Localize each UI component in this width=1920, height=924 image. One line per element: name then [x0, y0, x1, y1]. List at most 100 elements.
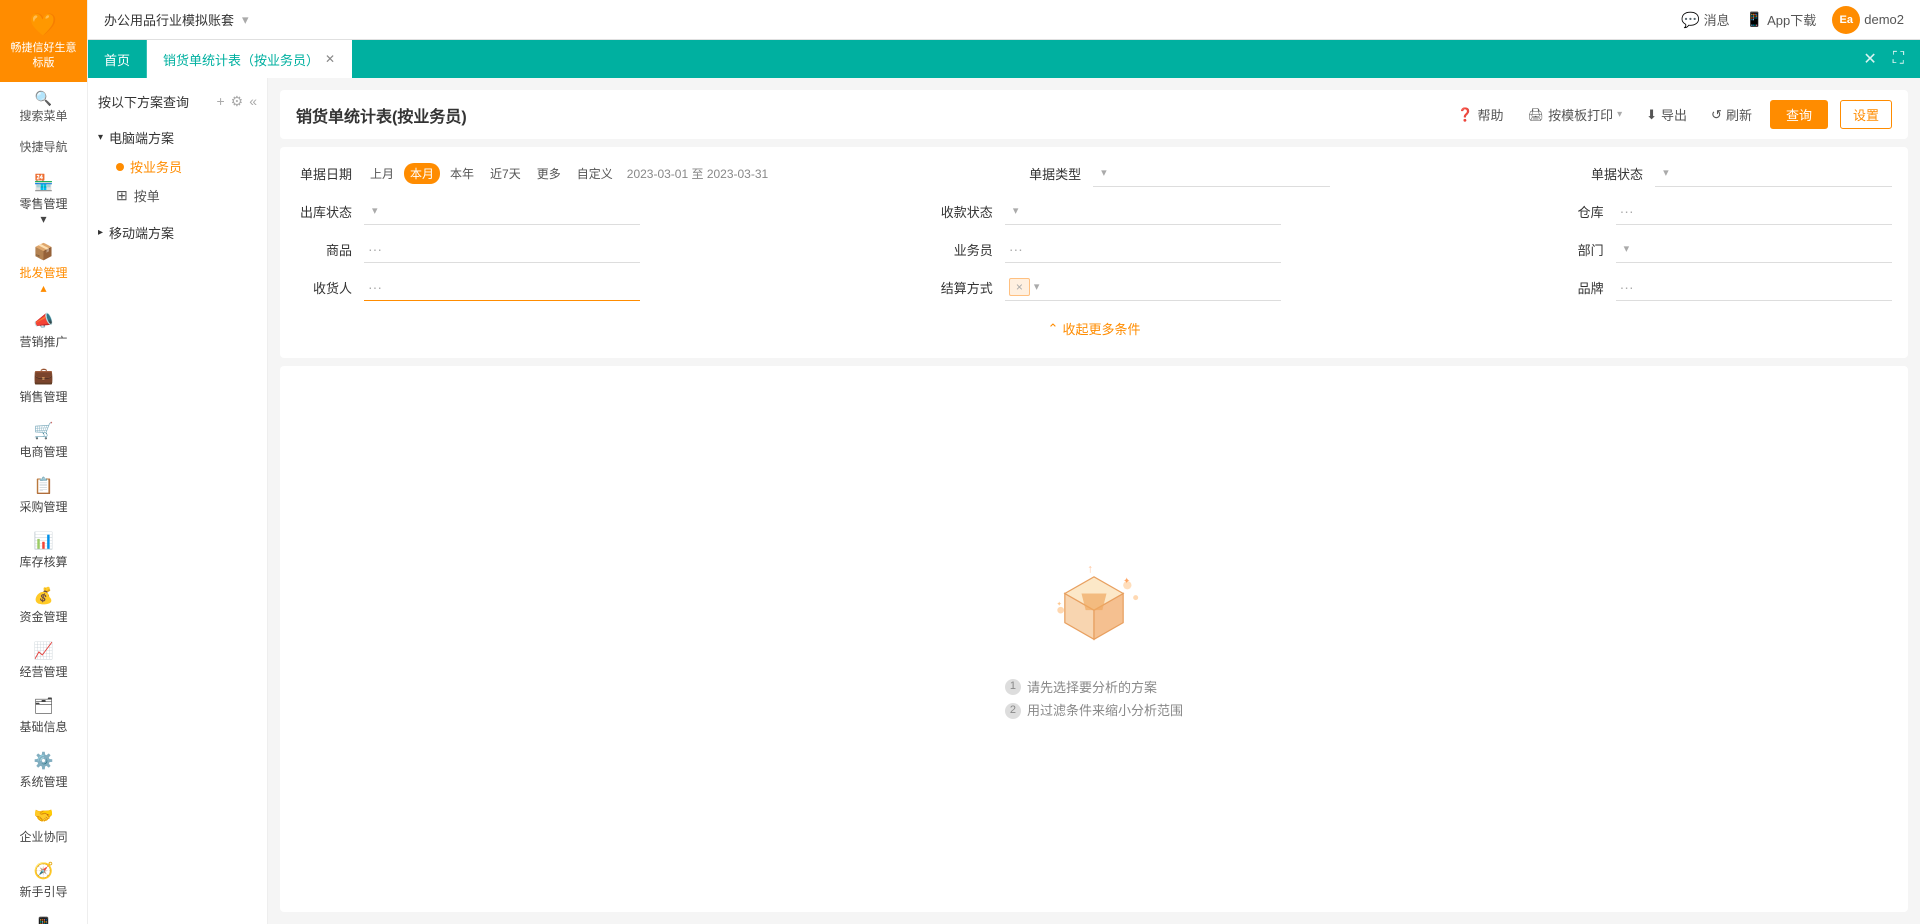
sidebar-item-retail[interactable]: 🏪 零售管理 ▾ [0, 165, 87, 234]
newbie-icon: 🧭 [34, 861, 54, 881]
ecommerce-icon: 🛒 [34, 421, 54, 441]
out-status-field[interactable]: ▾ [364, 197, 640, 225]
pc-section: ▾ 电脑端方案 按业务员 ⊞ 按单 [88, 119, 267, 214]
brand-label: 品牌 [1574, 278, 1604, 297]
pc-group[interactable]: ▾ 电脑端方案 [88, 123, 267, 152]
tab-sales-stat[interactable]: 销货单统计表（按业务员） ✕ [147, 40, 352, 78]
message-btn[interactable]: 💬 消息 [1681, 10, 1730, 29]
sidebar-item-inventory[interactable]: 📊 库存核算 [0, 523, 87, 578]
topbar: 办公用品行业模拟账套 ▾ 💬 消息 📱 App下载 Ea demo2 [88, 0, 1920, 40]
wholesale-icon: 📦 [34, 242, 54, 262]
tab-home[interactable]: 首页 [88, 40, 147, 78]
shortcut-this-year[interactable]: 本年 [444, 163, 480, 184]
settings-btn[interactable]: 设置 [1840, 100, 1892, 129]
settings-scheme-btn[interactable]: ⚙ [231, 93, 244, 110]
empty-tip-2: 2 用过滤条件来缩小分析范围 [1005, 699, 1183, 722]
tab-close-window-btn[interactable]: ✕ [1859, 47, 1880, 71]
operation-icon: 📈 [34, 641, 54, 661]
payment-tag-close[interactable]: × [1016, 280, 1023, 294]
payment-dropdown-icon: ▾ [1034, 280, 1040, 293]
sidebar-item-wholesale[interactable]: 📦 批发管理 ▴ [0, 234, 87, 303]
receipt-status-field[interactable]: ▾ [1005, 197, 1281, 225]
sidebar-item-basic[interactable]: 🗂 基础信息 [0, 688, 87, 743]
purchase-icon: 📋 [34, 476, 54, 496]
refresh-btn[interactable]: ↺ 刷新 [1705, 101, 1758, 128]
account-dropdown-icon[interactable]: ▾ [242, 12, 249, 28]
mobile-group[interactable]: ▸ 移动端方案 [88, 218, 267, 247]
warehouse-label: 仓库 [1574, 202, 1604, 221]
scheme-by-order[interactable]: ⊞ 按单 [88, 181, 267, 210]
collapse-more-btn[interactable]: ⌃ 收起更多条件 [296, 311, 1892, 346]
shortcut-last-month[interactable]: 上月 [364, 163, 400, 184]
doc-type-dropdown-icon: ▾ [1101, 166, 1107, 179]
svg-text:↑: ↑ [1087, 562, 1093, 575]
empty-tips: 1 请先选择要分析的方案 2 用过滤条件来缩小分析范围 [1005, 676, 1183, 723]
doc-status-field[interactable]: ▾ [1655, 159, 1892, 187]
shortcut-last-7[interactable]: 近7天 [484, 163, 527, 184]
collapse-panel-btn[interactable]: « [249, 93, 257, 110]
out-status-label: 出库状态 [296, 202, 352, 221]
brand-dots[interactable]: ··· [1620, 279, 1634, 295]
page-title: 销货单统计表(按业务员) [296, 103, 467, 127]
brand-field[interactable]: ··· [1616, 273, 1892, 301]
pc-expand-icon: ▾ [98, 132, 103, 143]
sidebar-item-finance[interactable]: 💰 资金管理 [0, 578, 87, 633]
apps-icon: 📱 [34, 916, 54, 924]
salesperson-label: 业务员 [933, 240, 993, 259]
sidebar-item-system[interactable]: ⚙️ 系统管理 [0, 743, 87, 798]
sidebar-item-marketing[interactable]: 📣 营销推广 [0, 303, 87, 358]
empty-state: ✦ ✦ ↑ 1 请先选择要分析的方案 2 用过滤条件来缩小分析范围 [280, 366, 1908, 912]
sidebar-item-ecommerce[interactable]: 🛒 电商管理 [0, 413, 87, 468]
consignee-field[interactable]: ··· [364, 273, 640, 301]
sidebar-item-purchase[interactable]: 📋 采购管理 [0, 468, 87, 523]
filter-row-3: 商品 ··· 业务员 ··· 部门 ▾ [296, 235, 1892, 263]
page-header: 销货单统计表(按业务员) ❓ 帮助 🖨 按模板打印 ▾ ⬇ 导出 [280, 90, 1908, 139]
shortcut-custom[interactable]: 自定义 [571, 163, 619, 184]
tab-actions: ✕ ⛶ [1859, 47, 1920, 71]
add-scheme-btn[interactable]: + [216, 93, 224, 110]
sidebar-search[interactable]: 🔍 搜索菜单 [0, 82, 87, 132]
sidebar-item-newbie[interactable]: 🧭 新手引导 [0, 853, 87, 908]
order-icon: ⊞ [116, 187, 128, 204]
sidebar-item-operation[interactable]: 📈 经营管理 [0, 633, 87, 688]
consignee-label: 收货人 [296, 278, 352, 297]
app-download-btn[interactable]: 📱 App下载 [1746, 10, 1817, 29]
out-status-dropdown-icon: ▾ [372, 204, 378, 217]
app-logo: 🧡 畅捷信好生意 标版 [0, 0, 88, 82]
logo-icon: 🧡 [6, 10, 82, 41]
svg-text:✦: ✦ [1057, 600, 1063, 608]
filter-row-4: 收货人 ··· 结算方式 × ▾ 品牌 ··· [296, 273, 1892, 301]
doc-type-field[interactable]: ▾ [1093, 159, 1330, 187]
left-panel: 按以下方案查询 + ⚙ « ▾ 电脑端方案 按业务员 ⊞ 按单 [88, 78, 268, 924]
tab-close-icon[interactable]: ✕ [325, 52, 335, 66]
sidebar-item-sales[interactable]: 💼 销售管理 [0, 358, 87, 413]
goods-label: 商品 [296, 240, 352, 259]
warehouse-field[interactable]: ··· [1616, 197, 1892, 225]
sidebar-item-apps[interactable]: 📱 应用中心 [0, 908, 87, 924]
salesperson-field[interactable]: ··· [1005, 235, 1281, 263]
warehouse-dots[interactable]: ··· [1620, 203, 1634, 219]
print-btn[interactable]: 🖨 按模板打印 ▾ [1522, 101, 1629, 128]
scheme-salesperson[interactable]: 按业务员 [88, 152, 267, 181]
goods-field[interactable]: ··· [364, 235, 640, 263]
query-btn[interactable]: 查询 [1770, 100, 1828, 129]
print-dropdown-icon: ▾ [1617, 109, 1622, 120]
shortcut-this-month[interactable]: 本月 [404, 163, 440, 184]
basic-icon: 🗂 [33, 696, 53, 716]
help-btn[interactable]: ❓ 帮助 [1451, 101, 1509, 128]
retail-icon: 🏪 [34, 173, 54, 193]
right-panel: 销货单统计表(按业务员) ❓ 帮助 🖨 按模板打印 ▾ ⬇ 导出 [268, 78, 1920, 924]
user-menu[interactable]: Ea demo2 [1832, 6, 1904, 34]
shortcut-more[interactable]: 更多 [531, 163, 567, 184]
department-field[interactable]: ▾ [1616, 235, 1892, 263]
sidebar-quicknav[interactable]: 快捷导航 [0, 132, 87, 161]
receipt-status-dropdown-icon: ▾ [1013, 204, 1019, 217]
account-name: 办公用品行业模拟账套 [104, 10, 234, 29]
sidebar-item-enterprise[interactable]: 🤝 企业协同 [0, 798, 87, 853]
export-btn[interactable]: ⬇ 导出 [1640, 101, 1693, 128]
consignee-dots[interactable]: ··· [368, 279, 382, 295]
goods-dots[interactable]: ··· [368, 241, 382, 257]
salesperson-dots[interactable]: ··· [1009, 241, 1023, 257]
tab-expand-btn[interactable]: ⛶ [1889, 48, 1908, 70]
payment-field[interactable]: × ▾ [1005, 273, 1281, 301]
